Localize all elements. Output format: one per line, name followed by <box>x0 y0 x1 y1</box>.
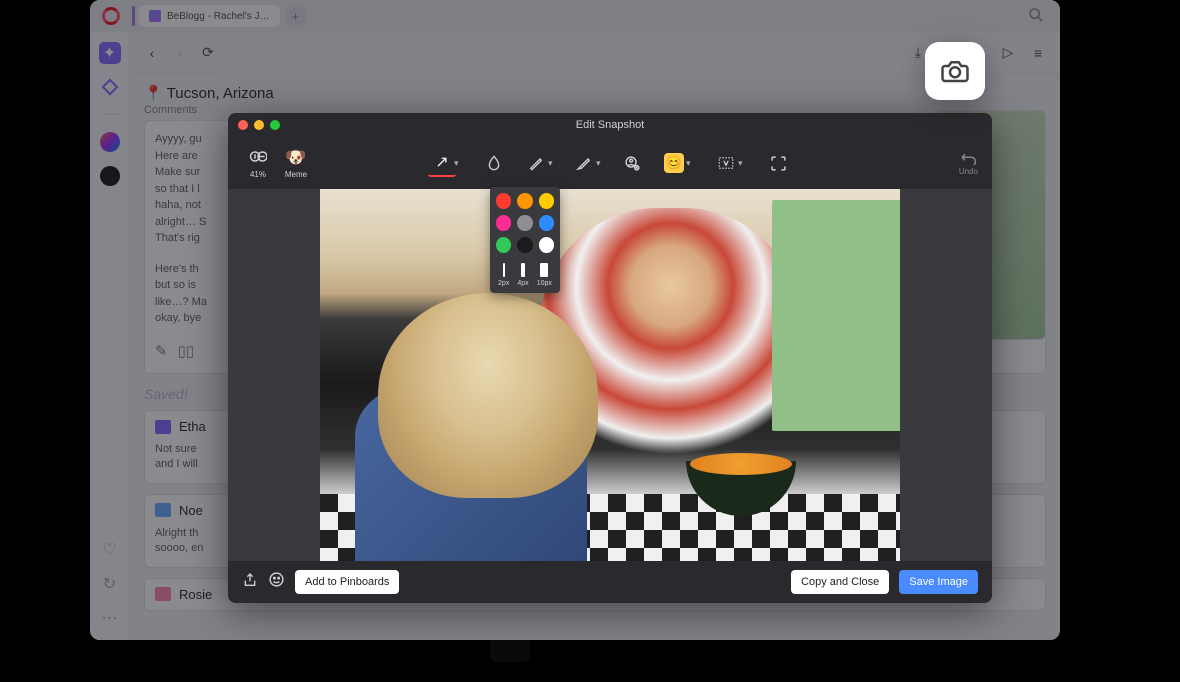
sidebar-aria-icon[interactable]: ✦ <box>99 42 121 64</box>
sidebar-history-icon[interactable]: ↻ <box>103 574 116 594</box>
thread-name: Noe <box>179 503 203 518</box>
undo-label: Undo <box>959 167 978 176</box>
text-dropdown[interactable]: ▾ <box>738 158 750 169</box>
sidebar-app-icon[interactable] <box>99 165 121 187</box>
thread-name: Rosie <box>179 587 212 602</box>
color-swatch-gray[interactable] <box>517 215 532 231</box>
back-button[interactable]: ‹ <box>140 41 164 65</box>
pinboard-icon[interactable]: ▷ <box>996 41 1020 65</box>
meme-label: Meme <box>285 170 307 179</box>
magic-wand-icon[interactable]: ✎ <box>155 341 168 364</box>
editor-footer: Add to Pinboards Copy and Close Save Ima… <box>228 561 992 603</box>
editor-title: Edit Snapshot <box>228 119 992 131</box>
browser-tab[interactable]: BeBlogg - Rachel's J… <box>139 5 280 27</box>
zoom-label: 41% <box>250 170 266 179</box>
stroke-size-4[interactable]: 4px <box>517 263 528 287</box>
search-icon[interactable] <box>1028 7 1048 26</box>
crop-tool[interactable] <box>764 149 792 177</box>
meme-tool[interactable]: 🐶 Meme <box>280 148 312 179</box>
text-tool[interactable] <box>712 149 740 177</box>
editor-titlebar: Edit Snapshot <box>228 113 992 137</box>
editor-canvas[interactable] <box>228 189 992 561</box>
highlighter-tool[interactable] <box>522 149 550 177</box>
location-label: 📍 Tucson, Arizona <box>144 84 1046 102</box>
sidebar-heart-icon[interactable]: ♡ <box>102 540 116 560</box>
pen-tool[interactable] <box>570 149 598 177</box>
book-icon[interactable]: ▯▯ <box>178 341 195 364</box>
arrow-dropdown[interactable]: ▾ <box>454 158 466 169</box>
snapshot-image <box>320 189 900 561</box>
pen-dropdown[interactable]: ▾ <box>596 158 608 169</box>
folder-icon <box>155 503 171 517</box>
tab-indicator <box>132 6 135 26</box>
pin-icon: 📍 <box>144 84 163 102</box>
selfie-tool[interactable] <box>618 149 646 177</box>
color-swatch-blue[interactable] <box>539 215 554 231</box>
undo-button[interactable]: Undo <box>959 151 978 176</box>
tab-title: BeBlogg - Rachel's J… <box>167 11 270 22</box>
sticker-dropdown[interactable]: ▾ <box>686 158 698 169</box>
share-icon[interactable] <box>242 572 258 593</box>
color-swatch-green[interactable] <box>496 237 511 253</box>
color-swatch-yellow[interactable] <box>539 193 554 209</box>
blur-tool[interactable] <box>480 149 508 177</box>
stroke-size-10[interactable]: 10px <box>537 263 552 287</box>
arrow-tool[interactable]: ↗ <box>428 149 456 177</box>
reload-button[interactable]: ⟳ <box>196 41 220 65</box>
zoom-tool[interactable]: 41% <box>242 148 274 179</box>
snapshot-editor: Edit Snapshot 41% 🐶 Meme ↗ ▾ ▾ <box>228 113 992 603</box>
tab-favicon <box>149 10 161 22</box>
editor-toolbar: 41% 🐶 Meme ↗ ▾ ▾ ▾ <box>228 137 992 189</box>
color-picker: 2px 4px 10px <box>490 187 560 293</box>
sidebar-messenger-icon[interactable] <box>99 131 121 153</box>
color-swatch-white[interactable] <box>539 237 554 253</box>
sidebar: ✦ ♡ ↻ ⋯ <box>90 32 130 640</box>
color-swatch-red[interactable] <box>496 193 511 209</box>
color-swatch-pink[interactable] <box>496 215 511 231</box>
copy-and-close-button[interactable]: Copy and Close <box>791 570 889 594</box>
sidebar-more-icon[interactable]: ⋯ <box>102 608 118 628</box>
nav-bar: ‹ › ⟳ ⤓ ✎ ⊡ ▷ ≡ <box>130 32 1060 74</box>
save-image-button[interactable]: Save Image <box>899 570 978 594</box>
forward-button[interactable]: › <box>168 41 192 65</box>
highlighter-dropdown[interactable]: ▾ <box>548 158 560 169</box>
color-swatch-black[interactable] <box>517 237 532 253</box>
stroke-size-2[interactable]: 2px <box>498 263 509 287</box>
emoji-icon[interactable] <box>268 571 285 593</box>
color-swatch-orange[interactable] <box>517 193 532 209</box>
folder-icon <box>155 587 171 601</box>
folder-icon <box>155 420 171 434</box>
add-to-pinboards-button[interactable]: Add to Pinboards <box>295 570 399 594</box>
sidebar-tab-icon[interactable] <box>99 76 121 98</box>
snapshot-float-button[interactable] <box>925 42 985 100</box>
thread-name: Etha <box>179 419 206 434</box>
easy-setup-icon[interactable]: ≡ <box>1026 41 1050 65</box>
opera-logo <box>102 7 120 25</box>
new-tab-button[interactable]: + <box>286 6 306 26</box>
sticker-tool[interactable]: 😊 <box>660 149 688 177</box>
